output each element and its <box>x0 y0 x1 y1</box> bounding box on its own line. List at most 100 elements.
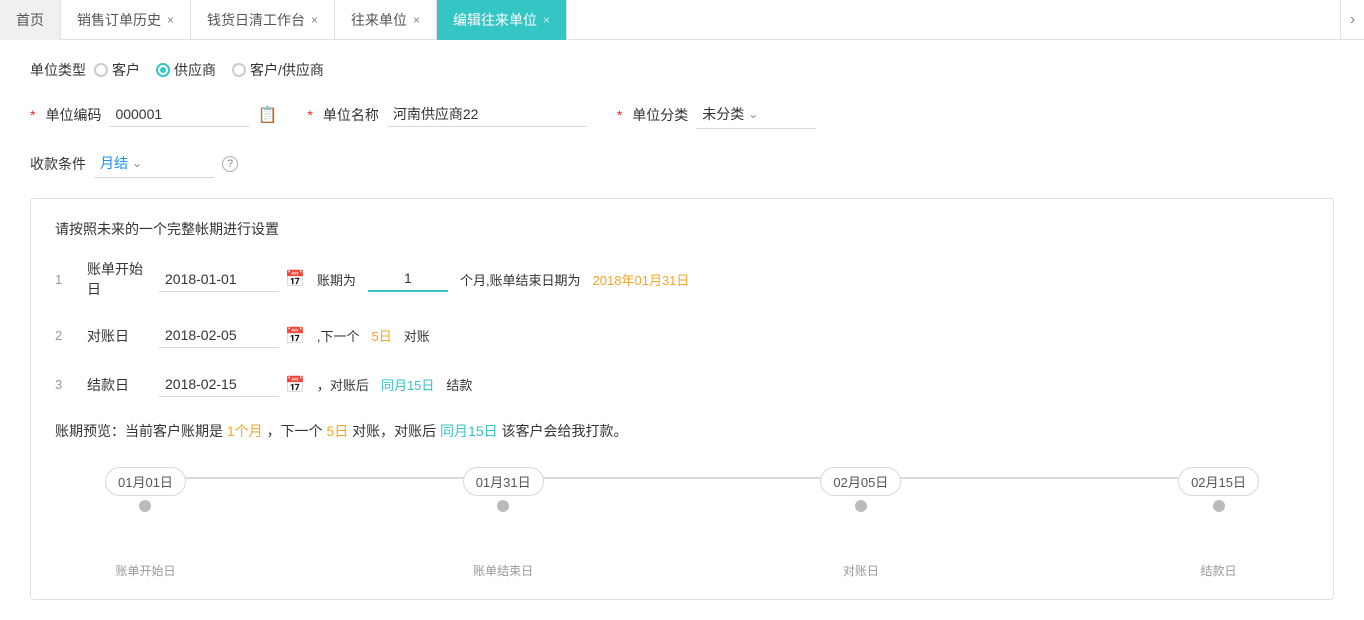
preview-hl3: 同月15日 <box>440 423 498 439</box>
row-type-3: 结款日 <box>87 375 147 395</box>
unit-category-group: * 单位分类 未分类 ⌄ <box>617 100 816 129</box>
tab-home[interactable]: 首页 <box>0 0 61 40</box>
code-required: * <box>30 107 35 123</box>
tab-home-label: 首页 <box>16 10 44 30</box>
code-icon[interactable]: 📋 <box>257 105 277 125</box>
preview-mid2: 对账，对账后 <box>352 423 436 439</box>
tab-cash-work-close[interactable]: × <box>311 13 318 27</box>
radio-group-unit-type: 客户 供应商 客户/供应商 <box>94 60 324 80</box>
tab-cash-work[interactable]: 钱货日清工作台 × <box>191 0 335 40</box>
chevron-down-icon: ⌄ <box>748 107 758 121</box>
preview-suffix: 该客户会给我打款。 <box>502 423 628 439</box>
tab-partner-close[interactable]: × <box>413 13 420 27</box>
timeline-section: 01月01日 账单开始日 01月31日 账单结束日 02月05日 对账日 <box>55 457 1309 579</box>
row-highlight-2: 5日 <box>372 326 392 345</box>
period-input[interactable] <box>368 266 448 292</box>
calendar-icon-1[interactable]: 📅 <box>285 269 305 289</box>
payment-group: 收款条件 月结 ⌄ ? <box>30 149 238 178</box>
radio-supplier-label: 供应商 <box>174 60 216 80</box>
tab-edit-partner-label: 编辑往来单位 <box>453 10 537 30</box>
setting-row-1: 1 账单开始日 📅 账期为 个月,账单结束日期为 2018年01月31日 <box>55 259 1309 299</box>
radio-customer-circle <box>94 63 108 77</box>
radio-both[interactable]: 客户/供应商 <box>232 60 324 80</box>
setting-row-2: 2 对账日 📅 ,下一个 5日 对账 <box>55 323 1309 348</box>
calendar-icon-2[interactable]: 📅 <box>285 326 305 346</box>
unit-name-group: * 单位名称 <box>307 102 586 127</box>
date-input-3[interactable] <box>159 372 279 397</box>
card-title: 请按照未来的一个完整帐期进行设置 <box>55 219 1309 239</box>
calendar-icon-3[interactable]: 📅 <box>285 375 305 395</box>
row-type-2: 对账日 <box>87 326 147 346</box>
cat-label: 单位分类 <box>632 105 688 125</box>
payment-chevron-icon: ⌄ <box>132 156 142 170</box>
node-dot-3 <box>855 500 867 512</box>
radio-both-label: 客户/供应商 <box>250 60 324 80</box>
timeline-nodes: 01月01日 账单开始日 01月31日 账单结束日 02月05日 对账日 <box>55 457 1309 579</box>
node-date-1: 01月01日 <box>105 467 186 496</box>
timeline-node-4: 02月15日 结款日 <box>1178 467 1259 579</box>
row-highlight-1: 2018年01月31日 <box>593 270 690 289</box>
tab-sales-history-label: 销售订单历史 <box>77 10 161 30</box>
preview-text: 账期预览：当前客户账期是 1个月 ，下一个 5日 对账，对账后 同月15日 该客… <box>55 421 1309 441</box>
radio-both-circle <box>232 63 246 77</box>
payment-label: 收款条件 <box>30 154 86 174</box>
code-name-row: * 单位编码 📋 * 单位名称 * 单位分类 未分类 ⌄ <box>30 100 1334 129</box>
code-input[interactable] <box>109 102 249 127</box>
node-dot-4 <box>1213 500 1225 512</box>
tab-partner-label: 往来单位 <box>351 10 407 30</box>
preview-prefix: 账期预览：当前客户账期是 <box>55 423 223 439</box>
unit-type-group: 单位类型 客户 供应商 客户/供应商 <box>30 60 324 80</box>
category-select-value: 未分类 <box>702 104 744 124</box>
payment-select[interactable]: 月结 ⌄ <box>94 149 214 178</box>
content-area: 单位类型 客户 供应商 客户/供应商 * 单位编码 <box>0 40 1364 620</box>
tab-sales-history[interactable]: 销售订单历史 × <box>61 0 191 40</box>
date-input-wrapper-2: 📅 <box>159 323 305 348</box>
tab-partner[interactable]: 往来单位 × <box>335 0 437 40</box>
timeline-node-2: 01月31日 账单结束日 <box>463 467 544 579</box>
row-desc-prefix-3: ，对账后 <box>317 375 369 394</box>
row-type-1: 账单开始日 <box>87 259 147 299</box>
category-select[interactable]: 未分类 ⌄ <box>696 100 816 129</box>
row-desc-suffix-1: 个月,账单结束日期为 <box>460 270 581 289</box>
row-desc-prefix-2: ,下一个 <box>317 326 360 345</box>
date-input-wrapper-3: 📅 <box>159 372 305 397</box>
row-highlight-3: 同月15日 <box>381 375 434 394</box>
unit-code-group: * 单位编码 📋 <box>30 102 277 127</box>
node-label-3: 对账日 <box>843 562 879 579</box>
timeline-node-3: 02月05日 对账日 <box>820 467 901 579</box>
name-label: 单位名称 <box>323 105 379 125</box>
timeline-node-1: 01月01日 账单开始日 <box>105 467 186 579</box>
setting-row-3: 3 结款日 📅 ，对账后 同月15日 结款 <box>55 372 1309 397</box>
radio-customer[interactable]: 客户 <box>94 60 140 80</box>
date-input-1[interactable] <box>159 267 279 292</box>
date-input-wrapper-1: 📅 <box>159 267 305 292</box>
row-num-1: 1 <box>55 272 75 287</box>
node-label-1: 账单开始日 <box>115 562 175 579</box>
row-desc-suffix-3: 结款 <box>446 375 472 394</box>
preview-hl1: 1个月 <box>227 423 263 439</box>
row-desc-suffix-2: 对账 <box>404 326 430 345</box>
unit-type-label: 单位类型 <box>30 60 86 80</box>
tab-sales-history-close[interactable]: × <box>167 13 174 27</box>
row-desc-prefix-1: 账期为 <box>317 270 356 289</box>
preview-hl2: 5日 <box>326 423 348 439</box>
radio-supplier-circle <box>156 63 170 77</box>
node-date-2: 01月31日 <box>463 467 544 496</box>
tab-edit-partner-close[interactable]: × <box>543 13 550 27</box>
radio-customer-label: 客户 <box>112 60 140 80</box>
name-required: * <box>307 107 312 123</box>
preview-mid1: ，下一个 <box>267 423 323 439</box>
node-dot-1 <box>139 500 151 512</box>
name-input[interactable] <box>387 102 587 127</box>
node-date-4: 02月15日 <box>1178 467 1259 496</box>
help-icon[interactable]: ? <box>222 156 238 172</box>
node-dot-2 <box>497 500 509 512</box>
node-date-3: 02月05日 <box>820 467 901 496</box>
cat-required: * <box>617 107 622 123</box>
date-input-2[interactable] <box>159 323 279 348</box>
unit-type-row: 单位类型 客户 供应商 客户/供应商 <box>30 60 1334 80</box>
code-label: 单位编码 <box>45 105 101 125</box>
radio-supplier[interactable]: 供应商 <box>156 60 216 80</box>
tab-edit-partner[interactable]: 编辑往来单位 × <box>437 0 567 40</box>
tab-scroll-right[interactable]: › <box>1340 0 1364 40</box>
